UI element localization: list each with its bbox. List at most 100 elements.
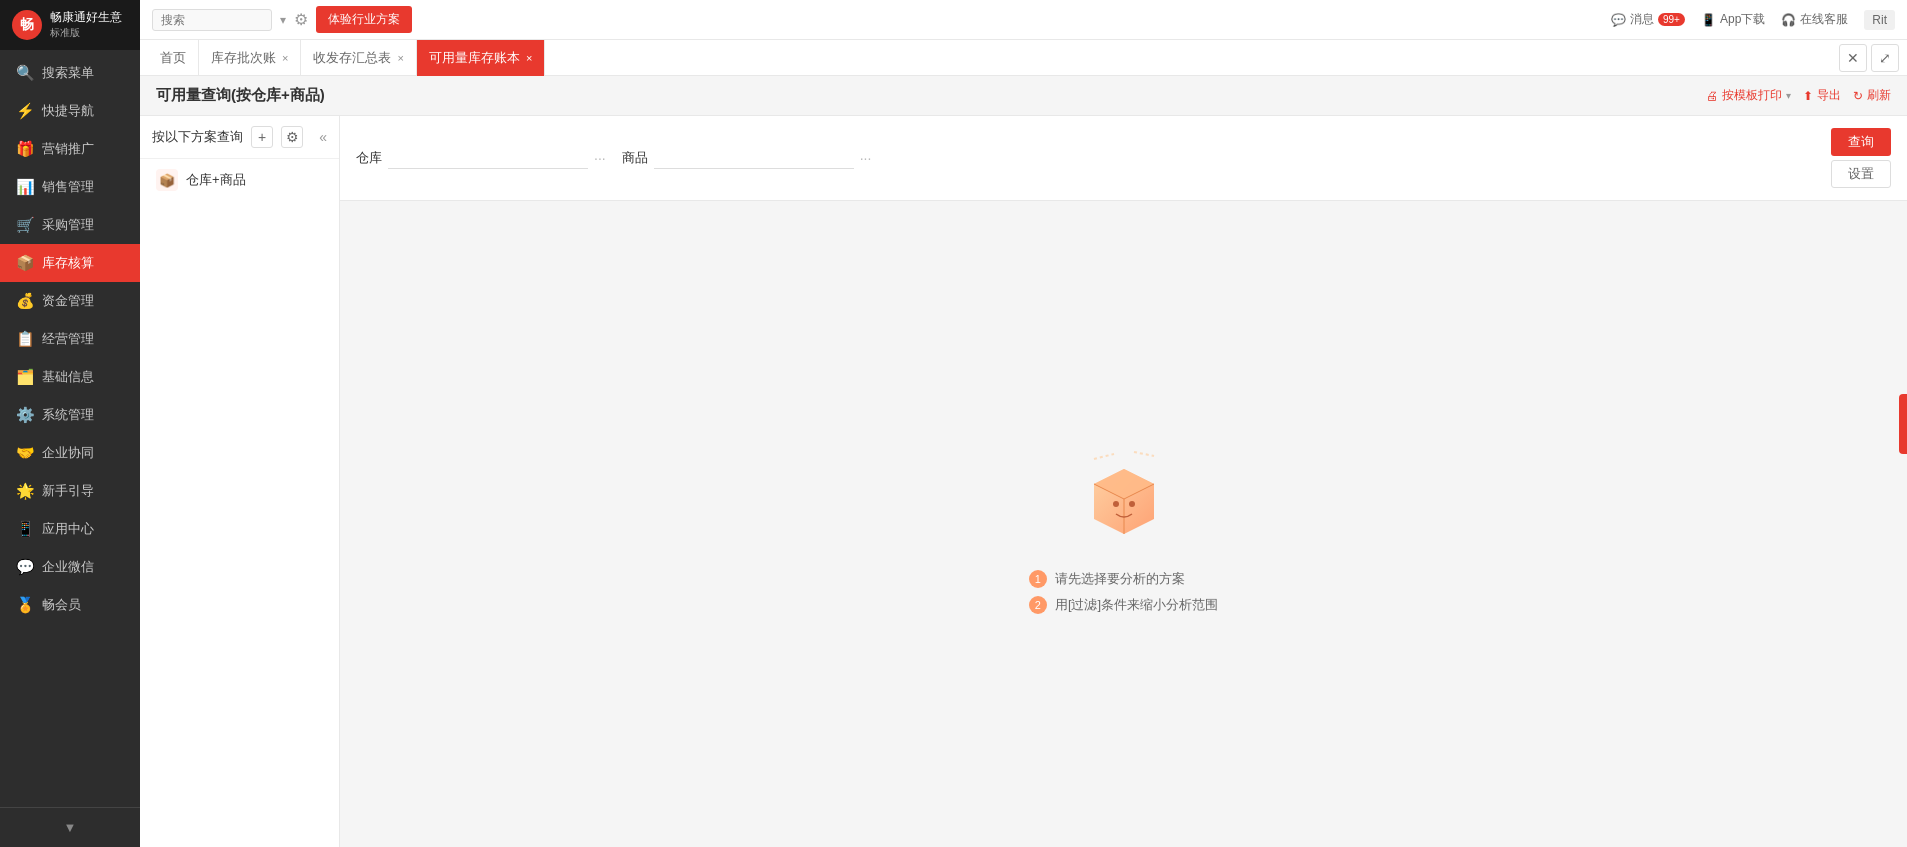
sidebar-item-quicknav[interactable]: ⚡ 快捷导航 (0, 92, 140, 130)
sidebar-item-marketing[interactable]: 🎁 营销推广 (0, 130, 140, 168)
product-label: 商品 (622, 149, 648, 167)
sidebar-label-purchase: 采购管理 (42, 216, 94, 234)
sidebar-icon-operations: 📋 (16, 330, 34, 348)
tab-home[interactable]: 首页 (148, 40, 199, 76)
filter-header-left: 按以下方案查询 + ⚙ (152, 126, 303, 148)
sidebar-icon-enterprise: 🤝 (16, 444, 34, 462)
svg-line-7 (1094, 454, 1114, 459)
sidebar-label-guide: 新手引导 (42, 482, 94, 500)
filter-header-label: 按以下方案查询 (152, 128, 243, 146)
sidebar-icon-guide: 🌟 (16, 482, 34, 500)
warehouse-input[interactable] (388, 147, 588, 169)
sidebar-item-inventory[interactable]: 📦 库存核算 (0, 244, 140, 282)
tabs-expand-button[interactable]: ⤢ (1871, 44, 1899, 72)
empty-hint-1: 1 请先选择要分析的方案 (1029, 570, 1218, 588)
sidebar-label-enterprise: 企业协同 (42, 444, 94, 462)
warehouse-more-icon[interactable]: ··· (594, 150, 606, 166)
topbar-user[interactable]: Rit (1864, 10, 1895, 30)
filter-settings-button[interactable]: ⚙ (281, 126, 303, 148)
tab-recv-summary-close[interactable]: × (397, 52, 403, 64)
empty-illustration (1064, 434, 1184, 554)
sidebar-logo: 畅 (12, 10, 42, 40)
topbar: ▾ ⚙ 体验行业方案 💬 消息 99+ 📱 App下载 🎧 在线客服 Rit (140, 0, 1907, 40)
sidebar-icon-finance: 💰 (16, 292, 34, 310)
sidebar-item-sales[interactable]: 📊 销售管理 (0, 168, 140, 206)
sidebar-item-system[interactable]: ⚙️ 系统管理 (0, 396, 140, 434)
sidebar-item-purchase[interactable]: 🛒 采购管理 (0, 206, 140, 244)
sidebar-icon-sales: 📊 (16, 178, 34, 196)
sidebar-item-enterprise[interactable]: 🤝 企业协同 (0, 434, 140, 472)
sidebar-scroll-down[interactable]: ▼ (0, 816, 140, 839)
sidebar: 畅 畅康通好生意 标准版 🔍 搜索菜单 ⚡ 快捷导航 🎁 营销推广 📊 销售管理… (0, 0, 140, 847)
query-settings-button[interactable]: 设置 (1831, 160, 1891, 188)
service-label: 在线客服 (1800, 11, 1848, 28)
tab-available-ledger[interactable]: 可用量库存账本 × (417, 40, 545, 76)
topbar-online-service[interactable]: 🎧 在线客服 (1781, 11, 1848, 28)
hint-text-1: 请先选择要分析的方案 (1055, 570, 1185, 588)
topbar-industry-button[interactable]: 体验行业方案 (316, 6, 412, 33)
refresh-button[interactable]: ↻ 刷新 (1853, 87, 1891, 104)
message-label: 消息 (1630, 11, 1654, 28)
sidebar-title-group: 畅康通好生意 标准版 (50, 10, 122, 40)
tab-batch-account-close[interactable]: × (282, 52, 288, 64)
sidebar-header: 畅 畅康通好生意 标准版 (0, 0, 140, 50)
content-area: 按以下方案查询 + ⚙ « 📦 仓库+商品 仓库 ··· 商品 (140, 116, 1907, 847)
sidebar-item-basic[interactable]: 🗂️ 基础信息 (0, 358, 140, 396)
topbar-search-input[interactable] (152, 9, 272, 31)
query-button[interactable]: 查询 (1831, 128, 1891, 156)
filter-add-button[interactable]: + (251, 126, 273, 148)
sidebar-icon-system: ⚙️ (16, 406, 34, 424)
topbar-app-download[interactable]: 📱 App下载 (1701, 11, 1765, 28)
message-icon: 💬 (1611, 13, 1626, 27)
page-title: 可用量查询(按仓库+商品) (156, 86, 325, 105)
query-fields: 仓库 ··· 商品 ··· 查询 设置 (340, 116, 1907, 201)
sidebar-item-guide[interactable]: 🌟 新手引导 (0, 472, 140, 510)
sidebar-item-appcenter[interactable]: 📱 应用中心 (0, 510, 140, 548)
sidebar-label-wechat: 企业微信 (42, 558, 94, 576)
topbar-gear-icon[interactable]: ⚙ (294, 10, 308, 29)
sidebar-label-system: 系统管理 (42, 406, 94, 424)
tab-available-ledger-close[interactable]: × (526, 52, 532, 64)
export-button[interactable]: ⬆ 导出 (1803, 87, 1841, 104)
print-template-button[interactable]: 🖨 按模板打印 ▾ (1706, 87, 1791, 104)
sidebar-icon-wechat: 💬 (16, 558, 34, 576)
filter-sidebar: 按以下方案查询 + ⚙ « 📦 仓库+商品 (140, 116, 340, 847)
sidebar-item-member[interactable]: 🏅 畅会员 (0, 586, 140, 624)
tabs-bar: 首页 库存批次账 × 收发存汇总表 × 可用量库存账本 × ✕ ⤢ (140, 40, 1907, 76)
sidebar-label-inventory: 库存核算 (42, 254, 94, 272)
tab-available-ledger-label: 可用量库存账本 (429, 49, 520, 67)
product-input[interactable] (654, 147, 854, 169)
message-badge: 99+ (1658, 13, 1685, 26)
export-label: 导出 (1817, 87, 1841, 104)
sidebar-item-finance[interactable]: 💰 资金管理 (0, 282, 140, 320)
print-icon: 🖨 (1706, 89, 1718, 103)
service-icon: 🎧 (1781, 13, 1796, 27)
tab-recv-summary[interactable]: 收发存汇总表 × (301, 40, 416, 76)
sidebar-subtitle: 标准版 (50, 26, 122, 40)
filter-item-warehouse-product[interactable]: 📦 仓库+商品 (140, 159, 339, 201)
sidebar-item-operations[interactable]: 📋 经营管理 (0, 320, 140, 358)
sidebar-icon-quicknav: ⚡ (16, 102, 34, 120)
sidebar-item-wechat[interactable]: 💬 企业微信 (0, 548, 140, 586)
svg-point-6 (1129, 501, 1135, 507)
sidebar-label-quicknav: 快捷导航 (42, 102, 94, 120)
sidebar-label-basic: 基础信息 (42, 368, 94, 386)
main-content: ▾ ⚙ 体验行业方案 💬 消息 99+ 📱 App下载 🎧 在线客服 Rit 首… (140, 0, 1907, 847)
tabs-close-all-button[interactable]: ✕ (1839, 44, 1867, 72)
sidebar-label-operations: 经营管理 (42, 330, 94, 348)
right-scroll-indicator (1899, 394, 1907, 454)
sidebar-item-search[interactable]: 🔍 搜索菜单 (0, 54, 140, 92)
topbar-chevron-icon[interactable]: ▾ (280, 13, 286, 27)
app-icon: 📱 (1701, 13, 1716, 27)
tab-batch-account[interactable]: 库存批次账 × (199, 40, 301, 76)
product-field-group: 商品 ··· (622, 147, 872, 169)
page-actions: 🖨 按模板打印 ▾ ⬆ 导出 ↻ 刷新 (1706, 87, 1891, 104)
hint-num-1: 1 (1029, 570, 1047, 588)
topbar-message[interactable]: 💬 消息 99+ (1611, 11, 1685, 28)
hint-num-2: 2 (1029, 596, 1047, 614)
sidebar-icon-purchase: 🛒 (16, 216, 34, 234)
app-label: App下载 (1720, 11, 1765, 28)
filter-collapse-icon[interactable]: « (319, 129, 327, 145)
sidebar-icon-basic: 🗂️ (16, 368, 34, 386)
product-more-icon[interactable]: ··· (860, 150, 872, 166)
